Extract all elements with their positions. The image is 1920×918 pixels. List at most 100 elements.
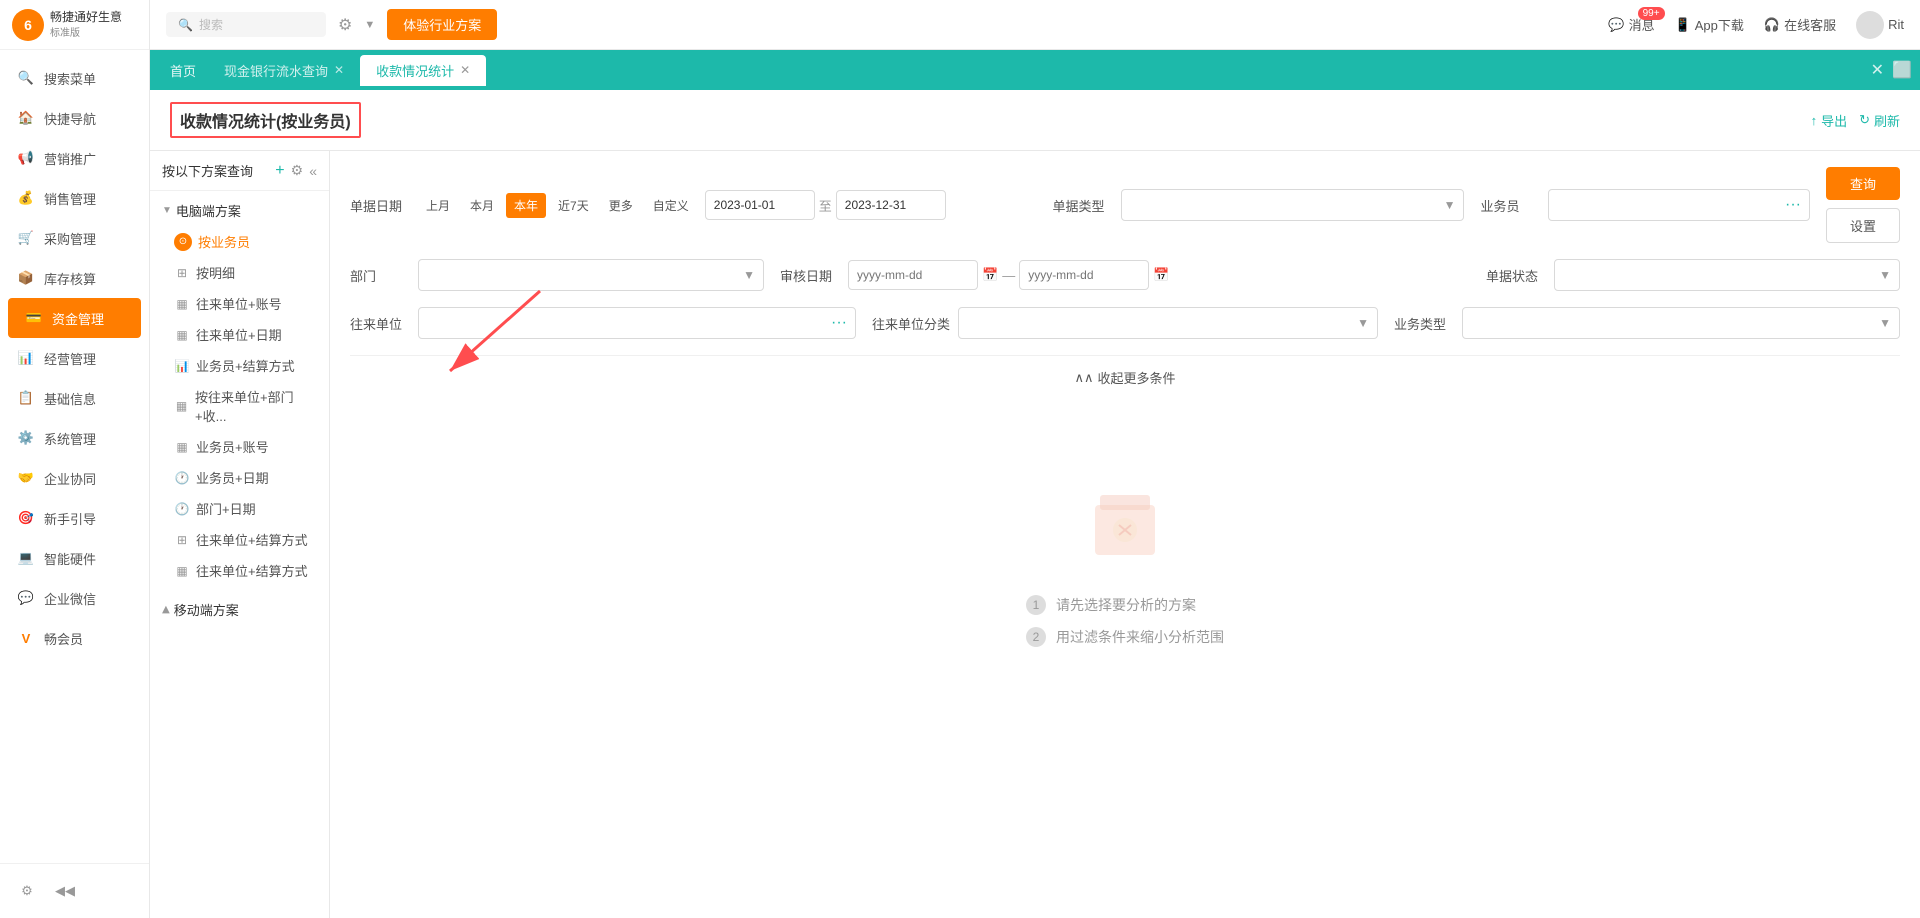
sidebar-item-enterprise[interactable]: 🤝 企业协同 [0,458,149,498]
scheme-item-partner-settle2[interactable]: ▦ 往来单位+结算方式 [150,555,329,586]
date-tab-last-month[interactable]: 上月 [418,193,458,218]
header-gear-icon[interactable]: ⚙ [338,15,352,35]
scheme-group-desktop-header[interactable]: ▼ 电脑端方案 [150,195,329,226]
scheme-group-mobile-header[interactable]: ▶ 移动端方案 [150,594,329,625]
online-service-label: 在线客服 [1784,15,1836,34]
bill-type-select[interactable]: ▼ [1121,189,1465,221]
refresh-button[interactable]: ↻ 刷新 [1859,111,1900,130]
tab-collection-close[interactable]: ✕ [460,63,470,77]
date-tab-custom[interactable]: 自定义 [645,193,697,218]
member-icon: V [16,628,36,648]
empty-steps: 1 请先选择要分析的方案 2 用过滤条件来缩小分析范围 [1026,595,1224,659]
sidebar-item-shortcut[interactable]: 🏠 快捷导航 [0,98,149,138]
export-label: 导出 [1821,111,1847,130]
date-tab-7days[interactable]: 近7天 [550,193,597,218]
empty-step-1: 1 请先选择要分析的方案 [1026,595,1224,615]
sidebar-item-operations[interactable]: 📊 经营管理 [0,338,149,378]
trial-button[interactable]: 体验行业方案 [387,9,497,40]
sidebar-label-marketing: 营销推广 [44,149,96,168]
bill-date-label: 单据日期 [350,196,410,215]
app-download-label: App下载 [1695,15,1744,34]
header-search-bar[interactable]: 🔍 搜索 [166,12,326,37]
scheme-item-dept-date-label: 部门+日期 [196,499,256,518]
tab-home[interactable]: 首页 [158,55,208,86]
export-button[interactable]: ↑ 导出 [1811,111,1848,130]
partner-category-select[interactable]: ▼ [958,307,1378,339]
scheme-collapse-btn[interactable]: « [309,163,317,179]
review-date-calendar-icon1[interactable]: 📅 [982,267,998,283]
query-row-1: 单据日期 上月 本月 本年 近7天 更多 自定义 [350,167,1900,243]
tab-bank-close[interactable]: ✕ [334,63,344,77]
salesperson-select[interactable]: ··· [1548,189,1810,221]
footer-settings-btn[interactable]: ⚙ [12,876,42,906]
scheme-item-partner-date[interactable]: ▦ 往来单位+日期 [150,319,329,350]
scheme-item-by-salesperson[interactable]: ⊙ 按业务员 [150,226,329,257]
sidebar-item-basic[interactable]: 📋 基础信息 [0,378,149,418]
date-to-input[interactable] [836,190,946,220]
purchase-icon: 🛒 [16,228,36,248]
scheme-item-partner-account[interactable]: ▦ 往来单位+账号 [150,288,329,319]
scheme-item-salesperson-account[interactable]: ▦ 业务员+账号 [150,431,329,462]
scheme-item-partner-dept-collect[interactable]: ▦ 按往来单位+部门+收... [150,381,329,431]
sidebar-item-sales[interactable]: 💰 销售管理 [0,178,149,218]
sidebar-item-hardware[interactable]: 💻 智能硬件 [0,538,149,578]
online-service-item[interactable]: 🎧 在线客服 [1764,15,1836,34]
scheme-panel-actions: + ⚙ « [275,162,317,180]
sales-icon: 💰 [16,188,36,208]
review-to-input[interactable] [1019,260,1149,290]
guide-icon: 🎯 [16,508,36,528]
date-tab-this-year[interactable]: 本年 [506,193,546,218]
sidebar-item-guide[interactable]: 🎯 新手引导 [0,498,149,538]
sidebar-item-wechat[interactable]: 💬 企业微信 [0,578,149,618]
window-close-btn[interactable]: ✕ [1871,60,1884,80]
scheme-item-dept-date[interactable]: 🕐 部门+日期 [150,493,329,524]
scheme-add-btn[interactable]: + [275,162,284,180]
partner-more-dots[interactable]: ··· [831,314,847,332]
logo-icon: 6 [12,9,44,41]
date-from-input[interactable] [705,190,815,220]
review-date-calendar-icon2[interactable]: 📅 [1153,267,1169,283]
app-download-item[interactable]: 📱 App下载 [1675,15,1744,34]
business-type-select[interactable]: ▼ [1462,307,1900,339]
dept-select[interactable]: ▼ [418,259,764,291]
review-from-input[interactable] [848,260,978,290]
sidebar-item-purchase[interactable]: 🛒 采购管理 [0,218,149,258]
business-type-arrow: ▼ [1879,316,1891,330]
tab-collection-label: 收款情况统计 [376,61,454,80]
sidebar-item-marketing[interactable]: 📢 营销推广 [0,138,149,178]
top-header: 🔍 搜索 ⚙ ▼ 体验行业方案 💬 消息 99+ 📱 App下载 🎧 [150,0,1920,50]
scheme-item-by-detail[interactable]: ⊞ 按明细 [150,257,329,288]
scheme-icon-table3: ▦ [174,398,189,414]
sidebar-item-member[interactable]: V 畅会员 [0,618,149,658]
sidebar-item-finance[interactable]: 💳 资金管理 [8,298,141,338]
tab-home-label: 首页 [170,61,196,80]
sidebar-item-system[interactable]: ⚙️ 系统管理 [0,418,149,458]
sidebar-item-inventory[interactable]: 📦 库存核算 [0,258,149,298]
sidebar-item-search[interactable]: 🔍 搜索菜单 [0,58,149,98]
bill-status-field: 单据状态 ▼ [1486,259,1900,291]
window-maximize-btn[interactable]: ⬜ [1892,60,1912,80]
scheme-item-salesperson-settle[interactable]: 📊 业务员+结算方式 [150,350,329,381]
tab-bank[interactable]: 现金银行流水查询 ✕ [208,55,360,86]
user-name: Rit [1888,17,1904,32]
empty-icon [1075,475,1175,575]
message-item[interactable]: 💬 消息 99+ [1608,15,1654,34]
settings-button[interactable]: 设置 [1826,208,1900,243]
enterprise-icon: 🤝 [16,468,36,488]
scheme-item-partner-settle1[interactable]: ⊞ 往来单位+结算方式 [150,524,329,555]
collapse-bar[interactable]: ∧∧ 收起更多条件 [350,355,1900,399]
scheme-item-salesperson-date[interactable]: 🕐 业务员+日期 [150,462,329,493]
partner-select[interactable]: ··· [418,307,856,339]
footer-collapse-btn[interactable]: ◀◀ [50,876,80,906]
header-dropdown-arrow[interactable]: ▼ [364,19,375,31]
date-tab-this-month[interactable]: 本月 [462,193,502,218]
scheme-settings-btn[interactable]: ⚙ [291,162,304,179]
sidebar-label-basic: 基础信息 [44,389,96,408]
bill-status-select[interactable]: ▼ [1554,259,1900,291]
salesperson-more-dots[interactable]: ··· [1785,196,1801,214]
query-button[interactable]: 查询 [1826,167,1900,200]
scheme-item-partner-account-label: 往来单位+账号 [196,294,282,313]
date-tab-more[interactable]: 更多 [601,193,641,218]
user-item[interactable]: Rit [1856,11,1904,39]
tab-collection[interactable]: 收款情况统计 ✕ [360,55,486,86]
